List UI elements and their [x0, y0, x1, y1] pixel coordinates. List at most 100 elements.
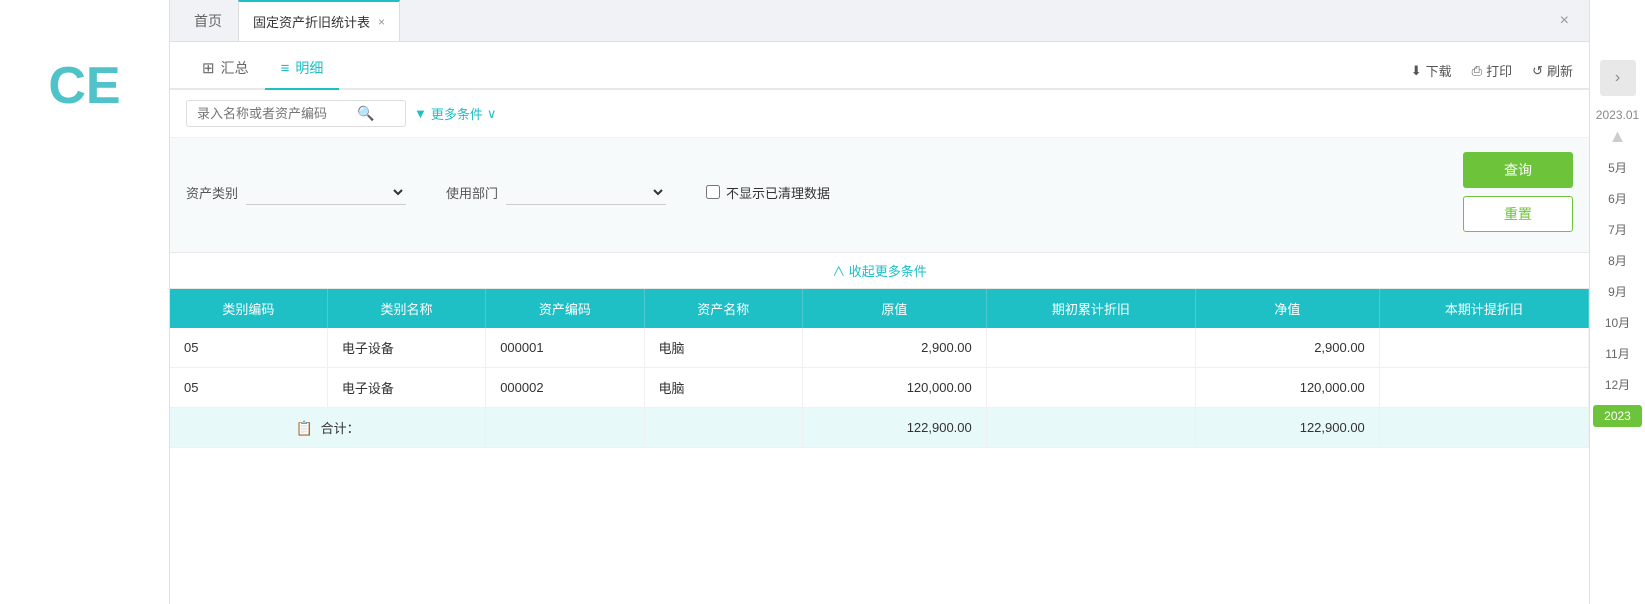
sum-empty-1 [486, 408, 644, 448]
year-badge[interactable]: 2023 [1593, 405, 1643, 427]
sum-current-depreciation [1379, 408, 1588, 448]
close-all-icon[interactable]: × [1548, 12, 1581, 30]
top-bar: 首页 固定资产折旧统计表 × × [170, 0, 1589, 42]
download-icon: ⬇ [1411, 63, 1422, 79]
sum-label: 📋 合计： [170, 408, 486, 448]
summary-tab-icon: ⊞ [202, 59, 215, 77]
cell-net-value: 120,000.00 [1195, 368, 1379, 408]
cell-accumulated-depreciation [986, 328, 1195, 368]
table-header-row: 类别编码 类别名称 资产编码 资产名称 原值 期初累计折旧 净值 本期计提折旧 [170, 289, 1589, 328]
refresh-label: 刷新 [1547, 61, 1573, 80]
sidebar-month-12[interactable]: 12月 [1590, 370, 1645, 399]
sidebar-month-5[interactable]: 5月 [1590, 153, 1645, 182]
th-net-value: 净值 [1195, 289, 1379, 328]
sidebar-month-9[interactable]: 9月 [1590, 277, 1645, 306]
department-label: 使用部门 [446, 183, 498, 202]
data-table: 类别编码 类别名称 资产编码 资产名称 原值 期初累计折旧 净值 本期计提折旧 … [170, 289, 1589, 448]
query-button[interactable]: 查询 [1463, 152, 1573, 188]
table-row: 05 电子设备 000001 电脑 2,900.00 2,900.00 [170, 328, 1589, 368]
cell-asset-code: 000001 [486, 328, 644, 368]
sum-net-value: 122,900.00 [1195, 408, 1379, 448]
cell-category-name: 电子设备 [327, 368, 485, 408]
th-current-depreciation: 本期计提折旧 [1379, 289, 1588, 328]
cell-category-code: 05 [170, 368, 327, 408]
sidebar-month-7[interactable]: 7月 [1590, 215, 1645, 244]
refresh-button[interactable]: ↺ 刷新 [1532, 61, 1573, 80]
th-category-name: 类别名称 [327, 289, 485, 328]
th-category-code: 类别编码 [170, 289, 327, 328]
refresh-icon: ↺ [1532, 63, 1543, 79]
print-button[interactable]: ⎙ 打印 [1472, 61, 1512, 80]
logo-area: CE [0, 0, 170, 604]
filter-icon: ▼ [414, 106, 427, 121]
more-conditions-button[interactable]: ▼ 更多条件 ∨ [414, 104, 496, 123]
th-asset-name: 资产名称 [644, 289, 802, 328]
sidebar-nav-arrow[interactable]: › [1600, 60, 1636, 96]
cell-category-code: 05 [170, 328, 327, 368]
content-area: ⊞ 汇总 ≡ 明细 ⬇ 下载 ⎙ 打印 ↺ 刷新 [170, 42, 1589, 604]
search-icon[interactable]: 🔍 [357, 105, 374, 122]
summary-tab-label: 汇总 [221, 58, 249, 78]
filter-area: 资产类别 使用部门 不显示已清理数据 查询 重置 [170, 138, 1589, 253]
cell-net-value: 2,900.00 [1195, 328, 1379, 368]
cell-category-name: 电子设备 [327, 328, 485, 368]
detail-tab-icon: ≡ [281, 60, 290, 77]
sum-accumulated-depreciation [986, 408, 1195, 448]
cell-asset-name: 电脑 [644, 328, 802, 368]
sum-original-value: 122,900.00 [802, 408, 986, 448]
sum-row: 📋 合计： 122,900.00 122,900.00 [170, 408, 1589, 448]
reset-button[interactable]: 重置 [1463, 196, 1573, 232]
sub-tabs: ⊞ 汇总 ≡ 明细 ⬇ 下载 ⎙ 打印 ↺ 刷新 [170, 42, 1589, 90]
cell-asset-code: 000002 [486, 368, 644, 408]
sum-empty-2 [644, 408, 802, 448]
table-area: 类别编码 类别名称 资产编码 资产名称 原值 期初累计折旧 净值 本期计提折旧 … [170, 289, 1589, 604]
cell-current-depreciation [1379, 328, 1588, 368]
detail-tab-label: 明细 [295, 58, 323, 78]
right-sidebar: › 2023.01 ▲ 5月 6月 7月 8月 9月 10月 11月 12月 2… [1589, 0, 1645, 604]
sidebar-month-10[interactable]: 10月 [1590, 308, 1645, 337]
cell-original-value: 2,900.00 [802, 328, 986, 368]
print-icon: ⎙ [1472, 63, 1482, 79]
department-select[interactable] [506, 179, 666, 205]
table-row: 05 电子设备 000002 电脑 120,000.00 120,000.00 [170, 368, 1589, 408]
active-tab-label: 固定资产折旧统计表 [253, 12, 370, 31]
main-content: 首页 固定资产折旧统计表 × × ⊞ 汇总 ≡ 明细 ⬇ 下载 [170, 0, 1589, 604]
th-original-value: 原值 [802, 289, 986, 328]
home-tab[interactable]: 首页 [178, 0, 238, 41]
scroll-up-icon[interactable]: ▲ [1609, 126, 1627, 147]
cell-asset-name: 电脑 [644, 368, 802, 408]
print-label: 打印 [1486, 61, 1512, 80]
tab-summary[interactable]: ⊞ 汇总 [186, 58, 265, 90]
hide-cleared-checkbox[interactable] [706, 185, 720, 199]
hide-cleared-filter: 不显示已清理数据 [706, 183, 830, 202]
cell-current-depreciation [1379, 368, 1588, 408]
th-asset-code: 资产编码 [486, 289, 644, 328]
sidebar-month-6[interactable]: 6月 [1590, 184, 1645, 213]
active-tab[interactable]: 固定资产折旧统计表 × [238, 0, 400, 41]
more-conditions-label: 更多条件 [431, 104, 483, 123]
sum-text: 合计： [321, 421, 360, 436]
asset-category-select[interactable] [246, 179, 406, 205]
close-tab-icon[interactable]: × [378, 15, 385, 29]
cell-original-value: 120,000.00 [802, 368, 986, 408]
sidebar-month-8[interactable]: 8月 [1590, 246, 1645, 275]
logo-text: CE [48, 60, 120, 112]
filter-actions: 查询 重置 [1463, 152, 1573, 232]
sidebar-month-11[interactable]: 11月 [1590, 339, 1645, 368]
department-filter: 使用部门 [446, 179, 666, 205]
sidebar-date-label: 2023.01 [1596, 106, 1639, 124]
hide-cleared-label: 不显示已清理数据 [726, 183, 830, 202]
search-input-wrap: 🔍 [186, 100, 406, 127]
tab-detail[interactable]: ≡ 明细 [265, 58, 340, 90]
th-accumulated-depreciation: 期初累计折旧 [986, 289, 1195, 328]
asset-category-filter: 资产类别 [186, 179, 406, 205]
collapse-bar[interactable]: ∧ 收起更多条件 [170, 253, 1589, 289]
sum-icon: 📋 [296, 420, 313, 436]
chevron-down-icon: ∨ [487, 106, 497, 122]
download-button[interactable]: ⬇ 下载 [1411, 61, 1452, 80]
download-label: 下载 [1426, 61, 1452, 80]
tab-actions: ⬇ 下载 ⎙ 打印 ↺ 刷新 [1411, 61, 1573, 88]
filter-row: 资产类别 使用部门 不显示已清理数据 查询 重置 [186, 152, 1573, 232]
search-input[interactable] [197, 106, 357, 121]
search-bar: 🔍 ▼ 更多条件 ∨ [170, 90, 1589, 138]
